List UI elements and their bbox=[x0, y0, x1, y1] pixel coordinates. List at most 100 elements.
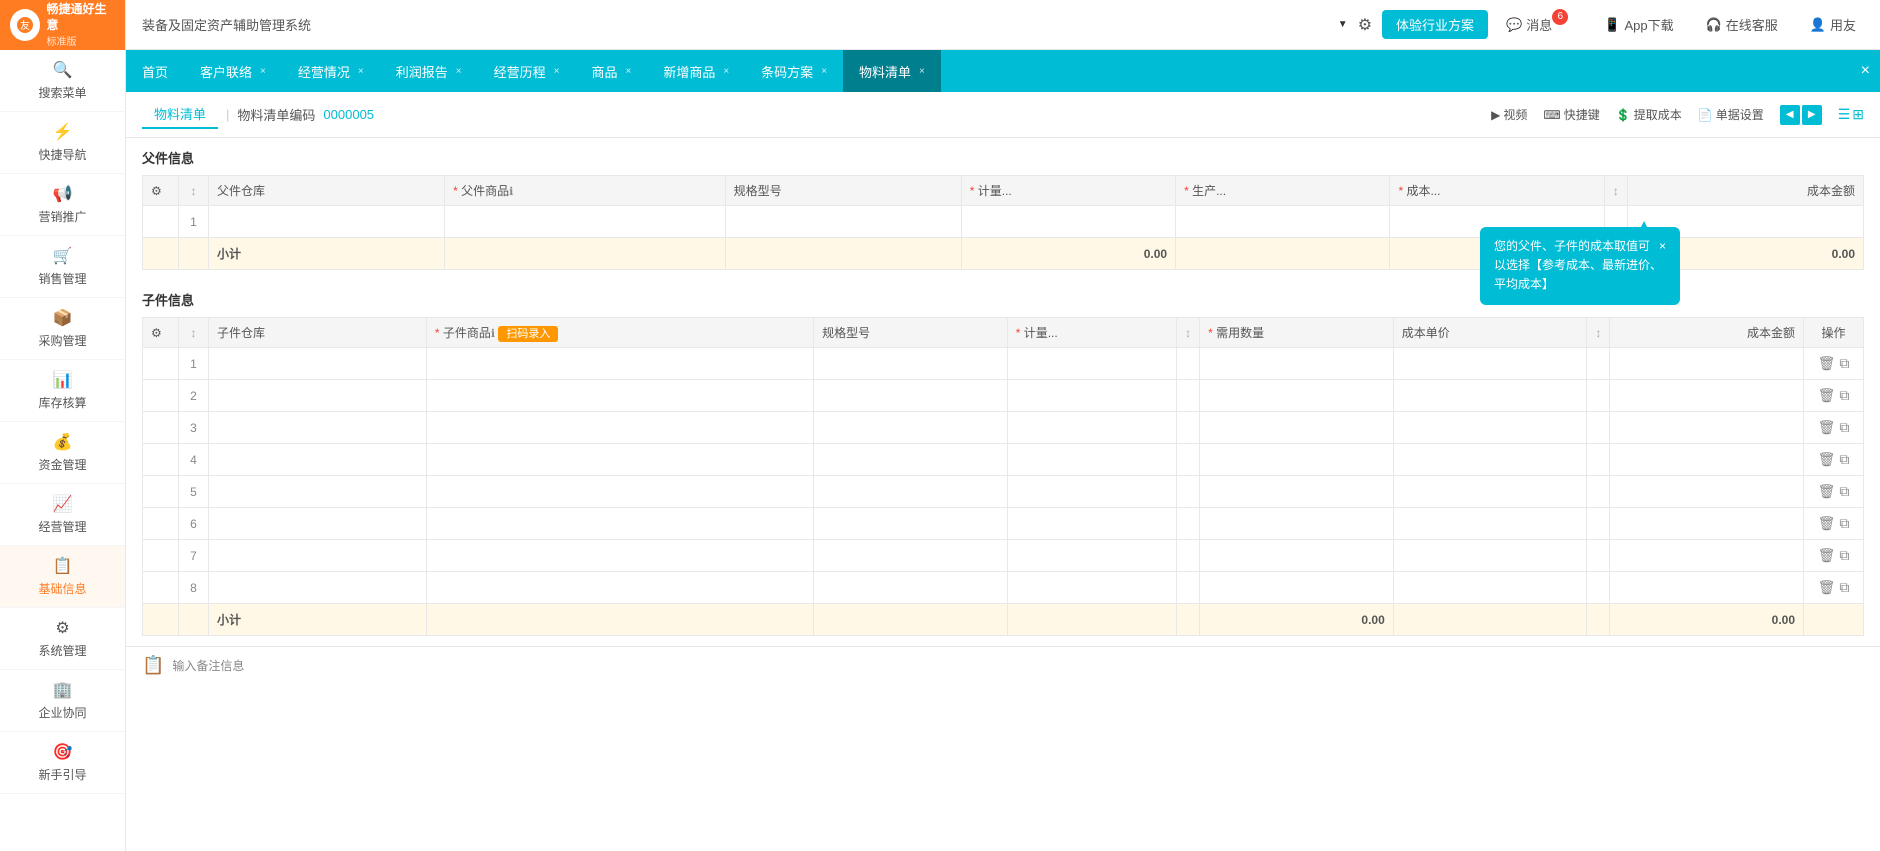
shortcut-button[interactable]: ⌨ 快捷键 bbox=[1543, 106, 1599, 123]
child-row5-unit-price[interactable] bbox=[1393, 476, 1587, 508]
child-row5-warehouse[interactable] bbox=[209, 476, 427, 508]
sub-tab-bom[interactable]: 物料清单 bbox=[142, 100, 218, 129]
child-row2-spec[interactable] bbox=[814, 380, 1008, 412]
delete-icon-row4[interactable]: 🗑 bbox=[1818, 451, 1836, 468]
tab-customer[interactable]: 客户联络 × bbox=[184, 50, 282, 92]
sidebar-item-system[interactable]: ⚙ 系统管理 bbox=[0, 608, 125, 670]
parent-row1-warehouse[interactable] bbox=[209, 206, 445, 238]
child-row1-product[interactable] bbox=[426, 348, 813, 380]
tab-product-close[interactable]: × bbox=[625, 66, 631, 77]
delete-icon-row8[interactable]: 🗑 bbox=[1818, 579, 1836, 596]
settings-icon[interactable]: ⚙ bbox=[1358, 15, 1372, 35]
user-button[interactable]: 👤 用友 bbox=[1802, 11, 1864, 38]
tab-history[interactable]: 经营历程 × bbox=[478, 50, 576, 92]
child-row3-warehouse[interactable] bbox=[209, 412, 427, 444]
child-row8-product[interactable] bbox=[426, 572, 813, 604]
tab-home[interactable]: 首页 bbox=[126, 50, 184, 92]
child-row6-unit[interactable] bbox=[1007, 508, 1176, 540]
child-row4-product[interactable] bbox=[426, 444, 813, 476]
sidebar-item-purchase[interactable]: 📦 采购管理 bbox=[0, 298, 125, 360]
child-row4-warehouse[interactable] bbox=[209, 444, 427, 476]
child-row8-spec[interactable] bbox=[814, 572, 1008, 604]
child-row3-product[interactable] bbox=[426, 412, 813, 444]
child-row7-unit-price[interactable] bbox=[1393, 540, 1587, 572]
child-row4-spec[interactable] bbox=[814, 444, 1008, 476]
tab-bom[interactable]: 物料清单 × bbox=[843, 50, 941, 92]
child-row1-unit-price[interactable] bbox=[1393, 348, 1587, 380]
child-row4-qty[interactable] bbox=[1200, 444, 1394, 476]
sidebar-item-basic[interactable]: 📋 基础信息 bbox=[0, 546, 125, 608]
child-row1-qty[interactable] bbox=[1200, 348, 1394, 380]
trial-button[interactable]: 体验行业方案 bbox=[1382, 10, 1488, 39]
delete-icon-row6[interactable]: 🗑 bbox=[1818, 515, 1836, 532]
sidebar-item-search[interactable]: 🔍 搜索菜单 bbox=[0, 50, 125, 112]
child-row2-warehouse[interactable] bbox=[209, 380, 427, 412]
tab-history-close[interactable]: × bbox=[554, 66, 560, 77]
tooltip-close-btn[interactable]: × bbox=[1659, 237, 1666, 256]
tab-profit-close[interactable]: × bbox=[456, 66, 462, 77]
child-row6-unit-price[interactable] bbox=[1393, 508, 1587, 540]
child-row4-unit-price[interactable] bbox=[1393, 444, 1587, 476]
scan-button[interactable]: 扫码录入 bbox=[498, 326, 558, 342]
child-row1-spec[interactable] bbox=[814, 348, 1008, 380]
delete-icon-row5[interactable]: 🗑 bbox=[1818, 483, 1836, 500]
sidebar-item-guide[interactable]: 🎯 新手引导 bbox=[0, 732, 125, 794]
child-row7-spec[interactable] bbox=[814, 540, 1008, 572]
child-row6-qty[interactable] bbox=[1200, 508, 1394, 540]
sidebar-item-sales[interactable]: 🛒 销售管理 bbox=[0, 236, 125, 298]
child-row2-unit[interactable] bbox=[1007, 380, 1176, 412]
copy-icon-row5[interactable]: ⧉ bbox=[1839, 483, 1849, 500]
parent-row1-product[interactable] bbox=[445, 206, 725, 238]
child-row8-qty[interactable] bbox=[1200, 572, 1394, 604]
tab-barcode[interactable]: 条码方案 × bbox=[745, 50, 843, 92]
tab-barcode-close[interactable]: × bbox=[821, 66, 827, 77]
child-row7-qty[interactable] bbox=[1200, 540, 1394, 572]
parent-row1-unit[interactable] bbox=[961, 206, 1175, 238]
child-row5-spec[interactable] bbox=[814, 476, 1008, 508]
sidebar-item-inventory[interactable]: 📊 库存核算 bbox=[0, 360, 125, 422]
child-row8-unit[interactable] bbox=[1007, 572, 1176, 604]
child-settings-icon[interactable]: ⚙ bbox=[151, 326, 162, 340]
parent-row1-spec[interactable] bbox=[725, 206, 961, 238]
sidebar-item-quicknav[interactable]: ⚡ 快捷导航 bbox=[0, 112, 125, 174]
tab-operation-close[interactable]: × bbox=[358, 66, 364, 77]
child-row5-product[interactable] bbox=[426, 476, 813, 508]
child-row2-product[interactable] bbox=[426, 380, 813, 412]
sidebar-item-operation[interactable]: 📈 经营管理 bbox=[0, 484, 125, 546]
child-row8-warehouse[interactable] bbox=[209, 572, 427, 604]
next-arrow[interactable]: ▶ bbox=[1802, 105, 1822, 125]
sidebar-item-marketing[interactable]: 📢 营销推广 bbox=[0, 174, 125, 236]
child-row3-unit-price[interactable] bbox=[1393, 412, 1587, 444]
message-button[interactable]: 💬 消息 6 bbox=[1498, 11, 1580, 38]
tab-addproduct[interactable]: 新增商品 × bbox=[647, 50, 745, 92]
online-service-button[interactable]: 🎧 在线客服 bbox=[1698, 11, 1786, 38]
app-download-button[interactable]: 📱 App下载 bbox=[1596, 11, 1681, 38]
copy-icon-row3[interactable]: ⧉ bbox=[1839, 419, 1849, 436]
sidebar-item-finance[interactable]: 💰 资金管理 bbox=[0, 422, 125, 484]
child-row4-unit[interactable] bbox=[1007, 444, 1176, 476]
parent-settings-icon[interactable]: ⚙ bbox=[151, 184, 162, 198]
child-row3-qty[interactable] bbox=[1200, 412, 1394, 444]
child-row1-unit[interactable] bbox=[1007, 348, 1176, 380]
copy-icon-row1[interactable]: ⧉ bbox=[1839, 355, 1849, 372]
child-row3-unit[interactable] bbox=[1007, 412, 1176, 444]
child-row6-spec[interactable] bbox=[814, 508, 1008, 540]
copy-icon-row6[interactable]: ⧉ bbox=[1839, 515, 1849, 532]
child-row6-warehouse[interactable] bbox=[209, 508, 427, 540]
child-row7-unit[interactable] bbox=[1007, 540, 1176, 572]
delete-icon-row7[interactable]: 🗑 bbox=[1818, 547, 1836, 564]
child-row6-product[interactable] bbox=[426, 508, 813, 540]
child-row5-qty[interactable] bbox=[1200, 476, 1394, 508]
tab-profit[interactable]: 利润报告 × bbox=[380, 50, 478, 92]
child-row3-spec[interactable] bbox=[814, 412, 1008, 444]
delete-icon-row2[interactable]: 🗑 bbox=[1818, 387, 1836, 404]
setting-button[interactable]: 📄 单据设置 bbox=[1698, 106, 1764, 123]
child-row7-warehouse[interactable] bbox=[209, 540, 427, 572]
parent-row1-production[interactable] bbox=[1176, 206, 1390, 238]
child-row7-product[interactable] bbox=[426, 540, 813, 572]
child-row8-unit-price[interactable] bbox=[1393, 572, 1587, 604]
view-toggle[interactable]: ☰ ⊞ bbox=[1838, 106, 1864, 123]
child-row2-unit-price[interactable] bbox=[1393, 380, 1587, 412]
tab-bom-close[interactable]: × bbox=[919, 66, 925, 77]
child-row2-qty[interactable] bbox=[1200, 380, 1394, 412]
